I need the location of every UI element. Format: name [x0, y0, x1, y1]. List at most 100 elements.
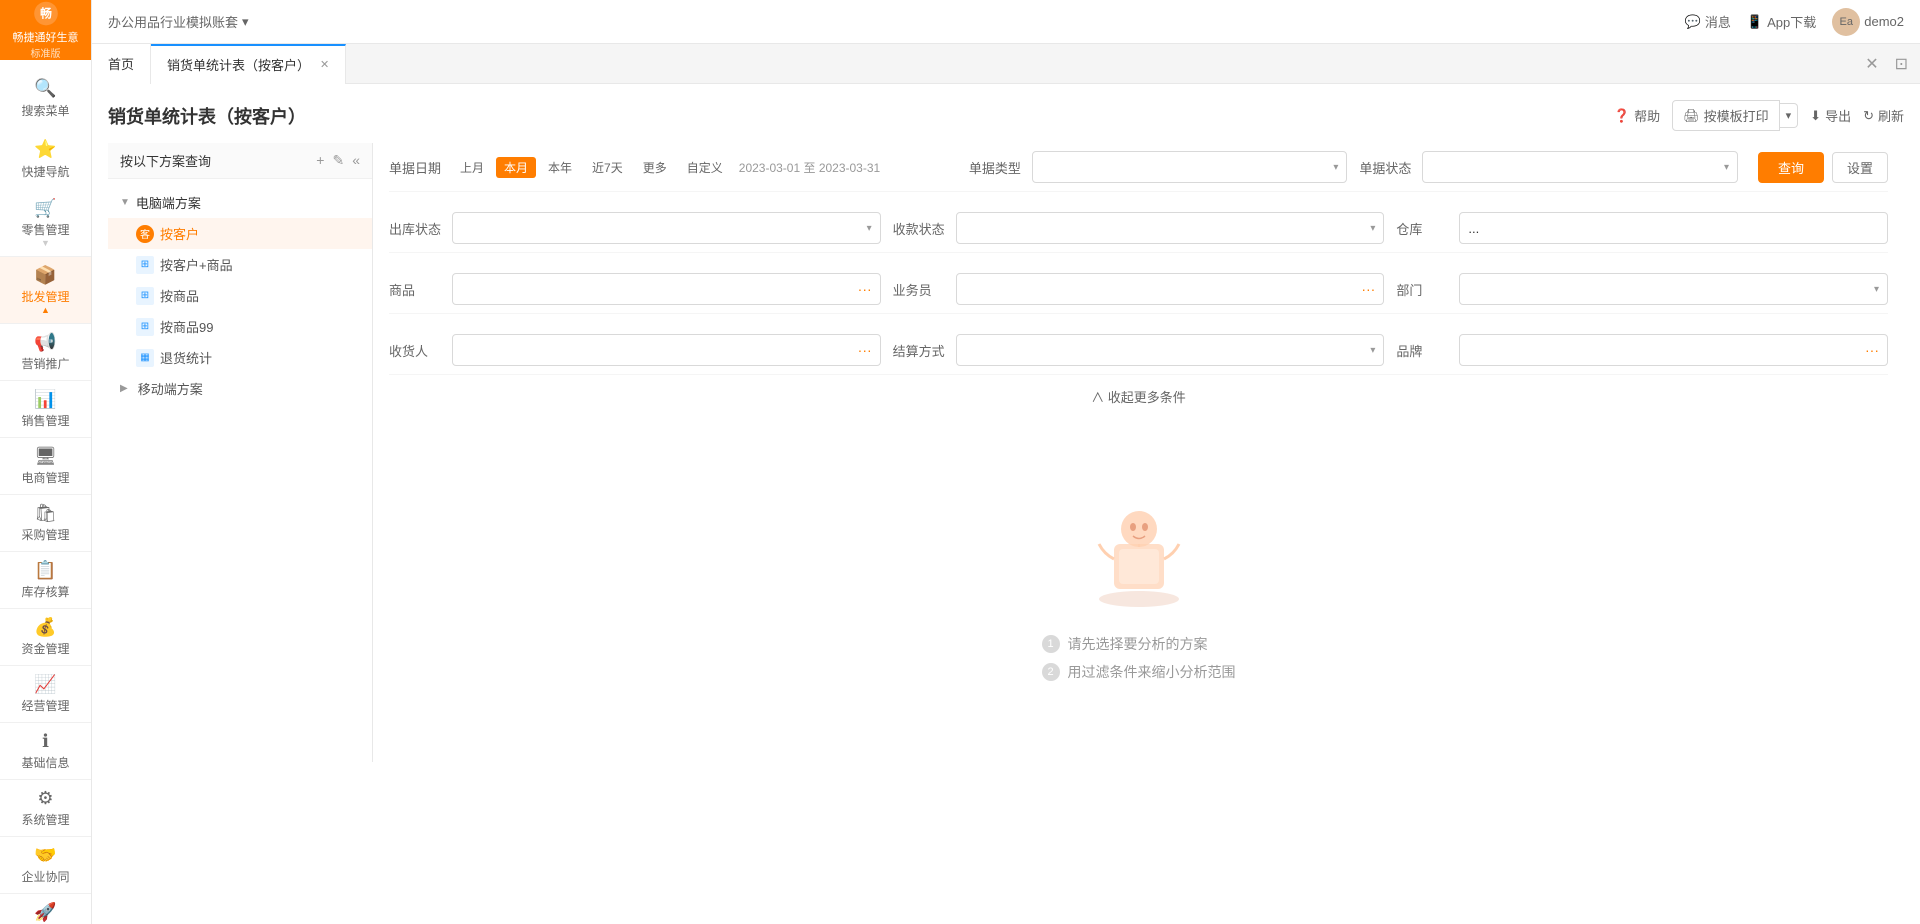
tree-group-mobile[interactable]: ▶ 移动端方案 — [108, 373, 372, 404]
marketing-icon: 📢 — [34, 332, 56, 353]
logo-sub: 标准版 — [31, 45, 61, 60]
sidebar-item-search[interactable]: 🔍 搜索菜单 — [0, 68, 91, 129]
tree-item-customer[interactable]: 客 按客户 — [108, 218, 372, 249]
date-tab-this-year[interactable]: 本年 — [540, 157, 580, 178]
date-label: 单据日期 — [389, 158, 444, 177]
collab-label: 企业协同 — [21, 868, 69, 885]
scheme-add-btn[interactable]: + — [316, 152, 324, 169]
tab-close-all-btn[interactable]: ✕ — [1861, 50, 1882, 78]
help-btn[interactable]: ❓ 帮助 — [1614, 106, 1660, 125]
collapse-btn[interactable]: ∧ 收起更多条件 — [1091, 387, 1186, 406]
sidebar-item-basic[interactable]: ℹ 基础信息 — [0, 723, 92, 780]
sidebar-item-sales[interactable]: 📊 销售管理 — [0, 381, 92, 438]
warehouse-control[interactable]: ... — [1459, 212, 1888, 244]
sidebar-item-nav[interactable]: ⭐ 快捷导航 — [0, 129, 91, 190]
tree-item-return[interactable]: ▦ 退货统计 — [108, 342, 372, 373]
date-tab-custom[interactable]: 自定义 — [679, 157, 731, 178]
tab-sales-stats[interactable]: 销货单统计表（按客户） ✕ — [151, 44, 346, 84]
tree-item-goods99[interactable]: ⊞ 按商品99 — [108, 311, 372, 342]
sidebar-item-system[interactable]: ⚙ 系统管理 — [0, 780, 92, 837]
tip-1-text: 请先选择要分析的方案 — [1068, 634, 1208, 654]
message-btn[interactable]: 💬 消息 — [1685, 12, 1731, 31]
goods99-icon: ⊞ — [136, 318, 154, 336]
retail-label: 零售管理 — [21, 221, 69, 238]
date-filter: 上月 本月 本年 近7天 更多 自定义 2023-03-01 至 2023-03… — [452, 157, 957, 178]
goods-control[interactable]: ··· — [452, 273, 881, 305]
mobile-arrow: ▶ — [120, 383, 128, 394]
dept-control[interactable]: ▾ — [1459, 273, 1888, 305]
date-tab-last-month[interactable]: 上月 — [452, 157, 492, 178]
basic-label: 基础信息 — [21, 754, 69, 771]
product-name: 办公用品行业模拟账套 — [108, 12, 238, 31]
app-download-btn[interactable]: 📱 App下载 — [1747, 12, 1816, 31]
main-filter-area: 单据日期 上月 本月 本年 近7天 更多 自定义 20 — [373, 143, 1904, 762]
inventory-icon: 📋 — [34, 560, 56, 581]
sidebar-item-inventory[interactable]: 📋 库存核算 — [0, 552, 92, 609]
search-icon: 🔍 — [34, 78, 56, 99]
staff-control[interactable]: ··· — [956, 273, 1385, 305]
tip-1-num: 1 — [1042, 635, 1060, 653]
tree-item-customer-goods[interactable]: ⊞ 按客户+商品 — [108, 249, 372, 280]
export-btn[interactable]: ⬇ 导出 — [1810, 106, 1851, 125]
sidebar-item-marketing[interactable]: 📢 营销推广 — [0, 324, 92, 381]
status-control[interactable]: ▾ — [1422, 151, 1738, 183]
user-name: demo2 — [1864, 14, 1904, 29]
sidebar-item-purchase[interactable]: 🛍 采购管理 — [0, 495, 92, 552]
ecommerce-icon: 🖥 — [34, 446, 57, 467]
print-btn[interactable]: 🖨 按模板打印 — [1672, 100, 1780, 131]
tab-close-btn[interactable]: ✕ — [320, 58, 329, 71]
logo[interactable]: 畅 畅捷通好生意 标准版 — [0, 0, 92, 60]
receiver-control[interactable]: ··· — [452, 334, 881, 366]
filter-row-1: 单据日期 上月 本月 本年 近7天 更多 自定义 20 — [389, 143, 1888, 192]
wholesale-arrow: ▲ — [41, 305, 50, 315]
scheme-edit-btn[interactable]: ✎ — [332, 152, 344, 169]
export-icon: ⬇ — [1810, 108, 1821, 124]
type-control[interactable]: ▾ — [1032, 151, 1348, 183]
tab-home[interactable]: 首页 — [92, 44, 151, 84]
user-info[interactable]: Ea demo2 — [1832, 8, 1904, 36]
refresh-btn[interactable]: ↻ 刷新 — [1863, 106, 1904, 125]
sidebar-item-guide[interactable]: 🚀 新手引导 — [0, 894, 92, 924]
tip-2-text: 用过滤条件来缩小分析范围 — [1068, 662, 1236, 682]
brand-dots[interactable]: ··· — [1865, 342, 1879, 358]
tab-bar: 首页 销货单统计表（按客户） ✕ ✕ ⊡ — [92, 44, 1920, 84]
return-icon: ▦ — [136, 349, 154, 367]
brand-control[interactable]: ··· — [1459, 334, 1888, 366]
sidebar-item-finance[interactable]: 💰 资金管理 — [0, 609, 92, 666]
query-btn[interactable]: 查询 — [1758, 152, 1824, 183]
collect-control[interactable]: ▾ — [956, 212, 1385, 244]
nav-label: 快捷导航 — [21, 163, 69, 180]
sidebar-item-wholesale[interactable]: 📦 批发管理 ▲ — [0, 257, 92, 324]
message-icon: 💬 — [1685, 14, 1701, 30]
goods-dots[interactable]: ··· — [858, 281, 872, 297]
product-selector[interactable]: 办公用品行业模拟账套 ▾ — [108, 12, 249, 31]
goods-filter-label: 商品 — [389, 280, 444, 299]
settings-btn[interactable]: 设置 — [1832, 152, 1888, 183]
page-actions: ❓ 帮助 🖨 按模板打印 ▾ ⬇ 导出 ↻ 刷新 — [1614, 100, 1904, 131]
tab-sales-stats-label: 销货单统计表（按客户） — [167, 55, 310, 74]
dropdown-arrow: ▾ — [242, 14, 249, 30]
retail-icon: 🛒 — [34, 198, 56, 219]
main-area: 办公用品行业模拟账套 ▾ 💬 消息 📱 App下载 Ea demo2 首页 — [92, 0, 1920, 924]
sidebar-item-operations[interactable]: 📈 经营管理 — [0, 666, 92, 723]
tree-item-goods[interactable]: ⊞ 按商品 — [108, 280, 372, 311]
date-tab-more[interactable]: 更多 — [635, 157, 675, 178]
date-tab-this-month[interactable]: 本月 — [496, 157, 536, 178]
receiver-label: 收货人 — [389, 341, 444, 360]
sidebar-item-retail[interactable]: 🛒 零售管理 ▼ — [0, 190, 92, 257]
settle-control[interactable]: ▾ — [956, 334, 1385, 366]
inventory-label: 库存核算 — [21, 583, 69, 600]
date-tab-7days[interactable]: 近7天 — [584, 157, 631, 178]
sidebar-item-collab[interactable]: 🤝 企业协同 — [0, 837, 92, 894]
receiver-dots[interactable]: ··· — [858, 342, 872, 358]
staff-dots[interactable]: ··· — [1361, 281, 1375, 297]
filter-goods: 商品 ··· — [389, 273, 881, 305]
out-status-control[interactable]: ▾ — [452, 212, 881, 244]
scheme-collapse-btn[interactable]: « — [352, 152, 360, 169]
print-dropdown-btn[interactable]: ▾ — [1780, 103, 1799, 128]
tab-restore-btn[interactable]: ⊡ — [1891, 50, 1912, 78]
tree-group-pc-header[interactable]: ▼ 电脑端方案 — [108, 187, 372, 218]
sidebar-item-ecommerce[interactable]: 🖥 电商管理 — [0, 438, 92, 495]
wholesale-icon: 📦 — [34, 265, 56, 286]
out-status-label: 出库状态 — [389, 219, 444, 238]
